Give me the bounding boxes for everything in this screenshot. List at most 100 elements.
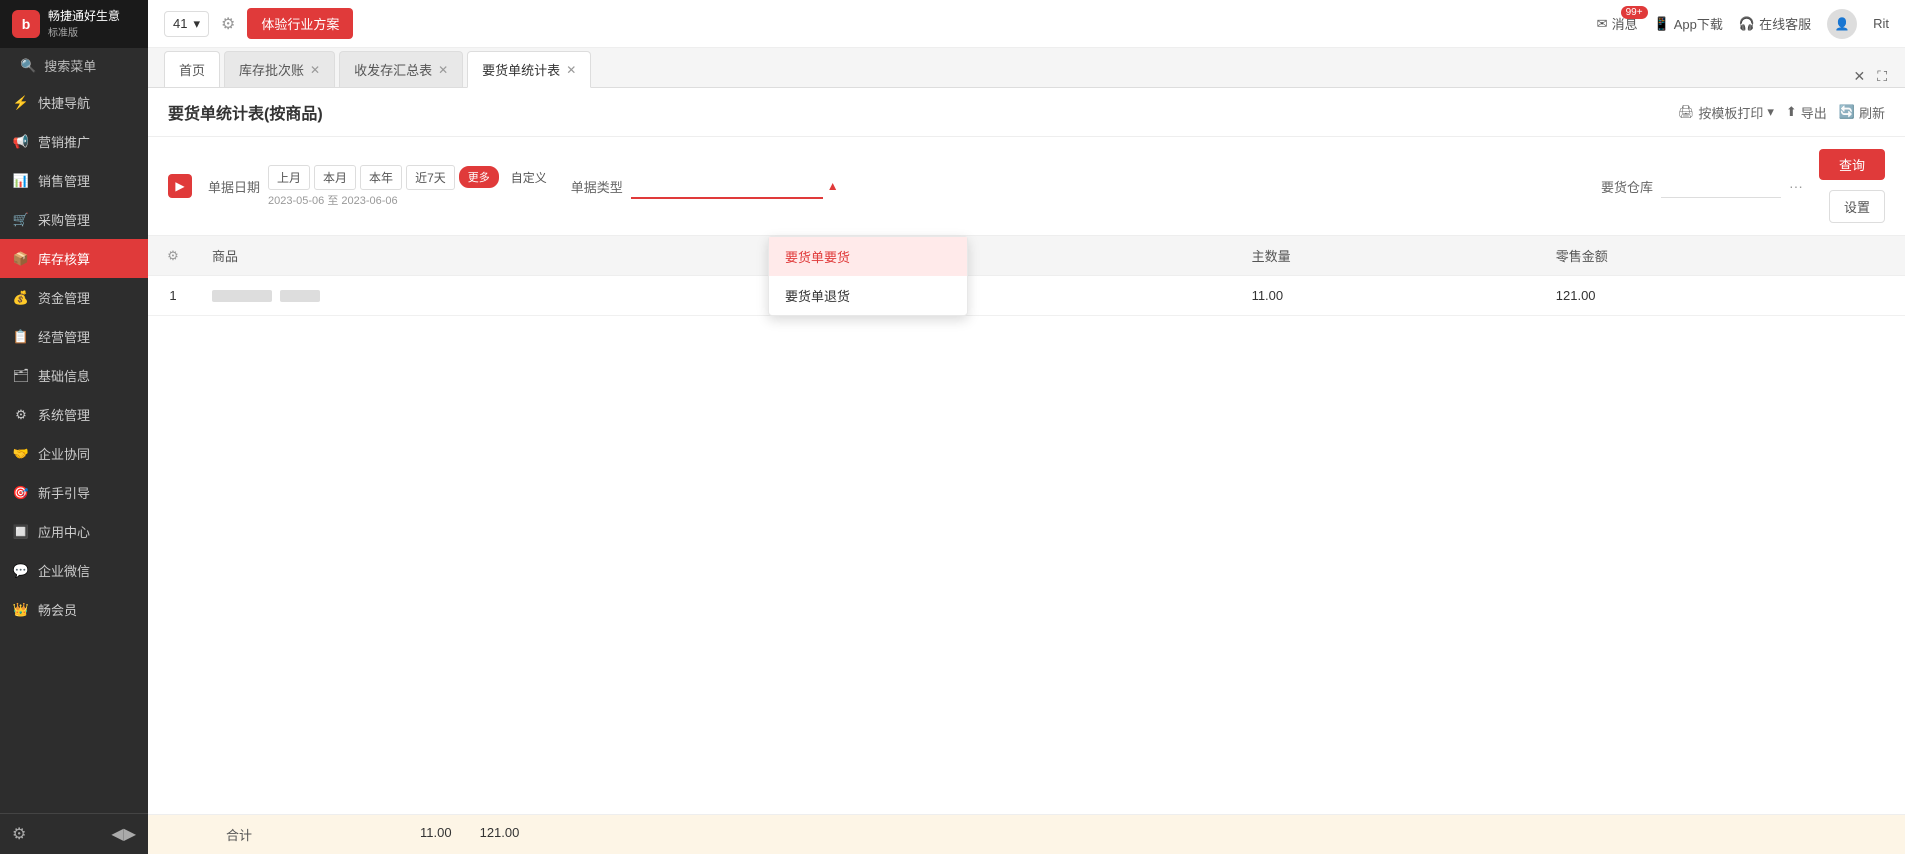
marketing-icon: 📢 — [12, 133, 30, 151]
tab-inventory-batch[interactable]: 库存批次账 ✕ — [224, 51, 335, 87]
close-window-btn[interactable]: ✕ — [1851, 66, 1867, 87]
dropdown-item-order-goods[interactable]: 要货单要货 — [769, 237, 967, 276]
topbar-settings-icon[interactable]: ⚙ — [221, 14, 235, 34]
sidebar-item-inventory[interactable]: 📦 库存核算 — [0, 239, 148, 278]
sidebar-item-label: 采购管理 — [38, 210, 90, 229]
filter-date-group: 单据日期 上月 本月 本年 近7天 更多 自定义 2023-05-06 至 20… — [208, 165, 555, 208]
more-filters-icon[interactable]: ··· — [1789, 178, 1803, 194]
phone-icon: 📱 — [1654, 16, 1670, 32]
export-icon: ⬆ — [1786, 104, 1797, 120]
tab-home-label: 首页 — [179, 60, 205, 79]
logo-icon: b — [12, 10, 40, 38]
sidebar-item-finance[interactable]: 💰 资金管理 — [0, 278, 148, 317]
sidebar-item-sales[interactable]: 📊 销售管理 — [0, 161, 148, 200]
message-badge: 99+ — [1621, 6, 1648, 19]
sidebar-item-app-center[interactable]: 🔲 应用中心 — [0, 512, 148, 551]
this-year-btn[interactable]: 本年 — [360, 165, 402, 190]
search-label: 搜索菜单 — [44, 56, 96, 75]
sidebar-item-system[interactable]: ⚙ 系统管理 — [0, 395, 148, 434]
sidebar-item-operations[interactable]: 📋 经营管理 — [0, 317, 148, 356]
dropdown-item-order-return[interactable]: 要货单退货 — [769, 276, 967, 315]
col-product: 商品 — [198, 236, 815, 276]
type-dropdown: 要货单要货 要货单退货 — [768, 236, 968, 316]
settings-btn[interactable]: 设置 — [1829, 190, 1885, 223]
type-dropdown-arrow-icon[interactable]: ▲ — [827, 179, 839, 193]
industry-btn[interactable]: 体验行业方案 — [247, 8, 353, 39]
footer-cells: 合计 11.00 121.00 — [162, 825, 1891, 844]
sidebar-item-basic-info[interactable]: 🗂 基础信息 — [0, 356, 148, 395]
page-actions: 🖨 按模板打印 ▾ ⬆ 导出 🔄 刷新 — [1678, 103, 1885, 122]
quick-nav-icon: ⚡ — [12, 94, 30, 112]
sidebar-item-marketing[interactable]: 📢 营销推广 — [0, 122, 148, 161]
print-label: 按模板打印 — [1698, 103, 1763, 122]
row-quantity: 11.00 — [1238, 276, 1542, 316]
message-btn[interactable]: ✉ 消息 99+ — [1597, 14, 1638, 33]
username-label: Rit — [1873, 16, 1889, 31]
tab-receive-summary[interactable]: 收发存汇总表 ✕ — [339, 51, 463, 87]
online-service-btn[interactable]: 🎧 在线客服 — [1739, 14, 1811, 33]
operations-icon: 📋 — [12, 328, 30, 346]
sidebar-item-quick-nav[interactable]: ⚡ 快捷导航 — [0, 83, 148, 122]
data-table: ⚙ 商品 主计量单位 主数量 零售金额 1 — [148, 236, 1905, 316]
search-icon: 🔍 — [20, 58, 36, 74]
warehouse-input[interactable] — [1661, 174, 1781, 198]
printer-icon: 🖨 — [1678, 104, 1695, 120]
tab-close-order-stats[interactable]: ✕ — [566, 63, 576, 77]
hot-more-btn[interactable]: 更多 — [459, 166, 499, 188]
this-month-btn[interactable]: 本月 — [314, 165, 356, 190]
date-picker-container: 上月 本月 本年 近7天 更多 自定义 2023-05-06 至 2023-06… — [268, 165, 555, 208]
sidebar-item-label: 企业微信 — [38, 561, 90, 580]
sidebar-item-wechat[interactable]: 💬 企业微信 — [0, 551, 148, 590]
footer-quantity: 11.00 — [406, 825, 466, 844]
sidebar-item-label: 快捷导航 — [38, 93, 90, 112]
maximize-window-btn[interactable]: ⛶ — [1875, 66, 1889, 87]
topbar-left: 41 ▾ ⚙ 体验行业方案 — [164, 8, 353, 39]
sidebar-item-enterprise[interactable]: 🤝 企业协同 — [0, 434, 148, 473]
tab-home[interactable]: 首页 — [164, 51, 220, 87]
date-quick-btns: 上月 本月 本年 近7天 更多 自定义 — [268, 165, 555, 190]
sidebar: b 畅捷通好生意 标准版 🔍 搜索菜单 ⚡ 快捷导航 📢 营销推广 📊 销售管理… — [0, 0, 148, 854]
sidebar-item-purchase[interactable]: 🛒 采购管理 — [0, 200, 148, 239]
product-cell — [212, 290, 801, 302]
sidebar-item-label: 畅会员 — [38, 600, 77, 619]
filter-bar: ▶ 单据日期 上月 本月 本年 近7天 更多 自定义 2023-05-06 至 … — [148, 137, 1905, 236]
sidebar-item-label: 销售管理 — [38, 171, 90, 190]
tab-close-inventory-batch[interactable]: ✕ — [310, 63, 320, 77]
sidebar-item-member[interactable]: 👑 畅会员 — [0, 590, 148, 629]
refresh-btn[interactable]: 🔄 刷新 — [1839, 103, 1885, 122]
tab-order-stats[interactable]: 要货单统计表 ✕ — [467, 51, 591, 88]
print-arrow-icon: ▾ — [1767, 104, 1774, 120]
last-month-btn[interactable]: 上月 — [268, 165, 310, 190]
app-download-btn[interactable]: 📱 App下载 — [1654, 14, 1723, 33]
refresh-label: 刷新 — [1859, 103, 1885, 122]
filter-action-btns: 查询 设置 — [1819, 149, 1885, 223]
sidebar-item-guide[interactable]: 🎯 新手引导 — [0, 473, 148, 512]
export-btn[interactable]: ⬆ 导出 — [1786, 103, 1827, 122]
query-btn[interactable]: 查询 — [1819, 149, 1885, 180]
print-btn[interactable]: 🖨 按模板打印 ▾ — [1678, 103, 1774, 122]
column-settings-icon[interactable]: ⚙ — [167, 248, 179, 263]
last-7days-btn[interactable]: 近7天 — [406, 165, 455, 190]
product-name-placeholder2 — [280, 290, 320, 302]
type-input[interactable] — [631, 174, 823, 199]
company-selector[interactable]: 41 ▾ — [164, 11, 209, 37]
tab-inventory-batch-label: 库存批次账 — [239, 60, 304, 79]
enterprise-icon: 🤝 — [12, 445, 30, 463]
col-amount: 零售金额 — [1542, 236, 1905, 276]
sidebar-toggle-icon[interactable]: ◀▶ — [111, 824, 136, 844]
settings-bottom-icon[interactable]: ⚙ — [12, 824, 26, 844]
custom-date-btn[interactable]: 自定义 — [503, 166, 555, 189]
footer-unit-spacer — [266, 825, 406, 844]
table-footer: 合计 11.00 121.00 — [148, 814, 1905, 854]
sales-icon: 📊 — [12, 172, 30, 190]
filter-expand-btn[interactable]: ▶ — [168, 174, 192, 198]
app-center-icon: 🔲 — [12, 523, 30, 541]
inventory-icon: 📦 — [12, 250, 30, 268]
filter-type-group: 单据类型 ▲ — [571, 174, 1585, 199]
finance-icon: 💰 — [12, 289, 30, 307]
footer-empty — [162, 825, 212, 844]
col-settings[interactable]: ⚙ — [148, 236, 198, 276]
tab-close-receive-summary[interactable]: ✕ — [438, 63, 448, 77]
sidebar-search[interactable]: 🔍 搜索菜单 — [0, 48, 148, 83]
avatar[interactable]: 👤 — [1827, 9, 1857, 39]
